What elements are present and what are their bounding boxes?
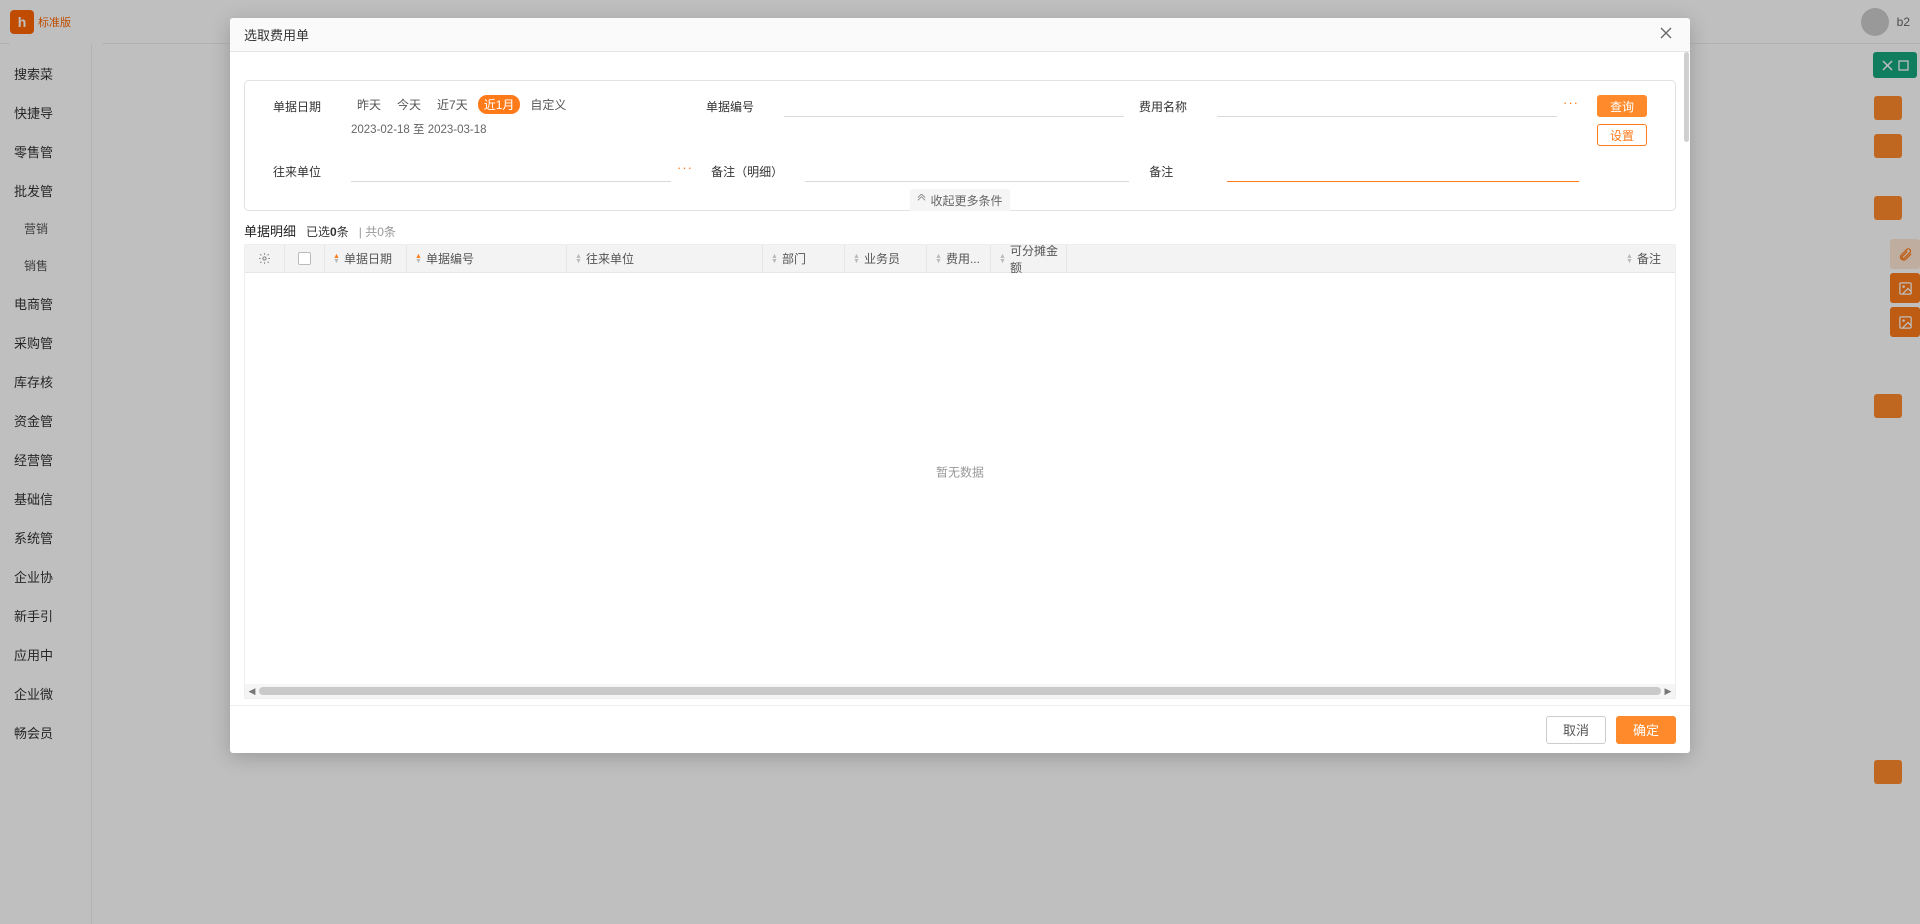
column-fee[interactable]: ▲▼ 费用... [927, 245, 991, 272]
column-remark[interactable]: ▲▼ 备注 [1067, 245, 1675, 272]
settings-button[interactable]: 设置 [1597, 124, 1647, 146]
collapse-label: 收起更多条件 [930, 192, 1002, 209]
date-tag-today[interactable]: 今天 [391, 95, 427, 114]
select-expense-modal: 选取费用单 单据日期 昨天 今天 [230, 18, 1690, 753]
date-tag-7days[interactable]: 近7天 [431, 95, 474, 114]
chevron-up-icon [917, 194, 926, 206]
column-date[interactable]: ▲▼ 单据日期 [325, 245, 407, 272]
column-code[interactable]: ▲▼ 单据编号 [407, 245, 567, 272]
modal-footer: 取消 确定 [230, 705, 1690, 753]
code-input[interactable] [784, 95, 1124, 117]
column-label: 部门 [782, 250, 806, 267]
table-header-row: ▲▼ 单据日期 ▲▼ 单据编号 ▲▼ 往来单位 ▲▼ 部门 [245, 245, 1675, 273]
scroll-track[interactable] [259, 686, 1661, 696]
column-checkbox[interactable] [285, 245, 325, 272]
column-label: 可分摊金额 [1010, 244, 1058, 276]
remark-input[interactable] [1227, 160, 1579, 182]
gear-icon [258, 252, 272, 266]
remark-detail-input[interactable] [805, 160, 1129, 182]
sort-icon: ▲▼ [935, 254, 942, 264]
feename-input[interactable] [1217, 95, 1557, 117]
date-tag-custom[interactable]: 自定义 [524, 95, 572, 114]
sort-icon: ▲▼ [575, 254, 582, 264]
column-label: 备注 [1637, 250, 1661, 267]
filter-panel: 单据日期 昨天 今天 近7天 近1月 自定义 2023-02-18 至 2023… [244, 80, 1676, 211]
vertical-scrollbar[interactable] [1684, 52, 1689, 705]
query-button[interactable]: 查询 [1597, 95, 1647, 117]
column-dept[interactable]: ▲▼ 部门 [763, 245, 845, 272]
date-tag-1month[interactable]: 近1月 [478, 95, 521, 114]
details-header: 单据明细 已选0条 | 共0条 [244, 221, 1676, 240]
modal-overlay: 选取费用单 单据日期 昨天 今天 [0, 0, 1920, 924]
column-label: 单据日期 [344, 250, 392, 267]
filter-label-code: 单据编号 [706, 95, 776, 115]
checkbox-icon [298, 252, 311, 265]
empty-state: 暂无数据 [245, 463, 1675, 480]
column-staff[interactable]: ▲▼ 业务员 [845, 245, 927, 272]
column-label: 业务员 [864, 250, 900, 267]
column-label: 费用... [946, 250, 980, 267]
sort-icon: ▲▼ [333, 254, 340, 264]
date-range-text: 2023-02-18 至 2023-03-18 [351, 121, 706, 137]
filter-label-remark-detail: 备注（明细） [711, 160, 797, 180]
total-count: | 共0条 [359, 223, 396, 240]
filter-actions: 查询 设置 [1597, 95, 1647, 146]
date-tag-yesterday[interactable]: 昨天 [351, 95, 387, 114]
filter-label-date: 单据日期 [273, 95, 343, 115]
cancel-button[interactable]: 取消 [1546, 716, 1606, 744]
more-icon[interactable]: ··· [677, 160, 693, 175]
sort-icon: ▲▼ [999, 254, 1006, 264]
filter-label-unit: 往来单位 [273, 160, 343, 180]
more-icon[interactable]: ··· [1563, 95, 1579, 110]
selected-count: 已选0条 [306, 223, 349, 240]
unit-input[interactable] [351, 160, 671, 182]
sort-icon: ▲▼ [853, 254, 860, 264]
sort-icon: ▲▼ [771, 254, 778, 264]
scroll-right-icon[interactable]: ▶ [1661, 684, 1675, 698]
column-unit[interactable]: ▲▼ 往来单位 [567, 245, 763, 272]
modal-title: 选取费用单 [244, 25, 309, 44]
column-label: 单据编号 [426, 250, 474, 267]
collapse-toggle[interactable]: 收起更多条件 [910, 189, 1010, 211]
scroll-thumb[interactable] [259, 687, 1661, 695]
modal-body: 单据日期 昨天 今天 近7天 近1月 自定义 2023-02-18 至 2023… [230, 52, 1690, 705]
column-settings[interactable] [245, 245, 285, 272]
column-label: 往来单位 [586, 250, 634, 267]
detail-table: ▲▼ 单据日期 ▲▼ 单据编号 ▲▼ 往来单位 ▲▼ 部门 [244, 244, 1676, 699]
confirm-button[interactable]: 确定 [1616, 716, 1676, 744]
close-icon [1660, 26, 1672, 43]
sort-icon: ▲▼ [1626, 254, 1633, 264]
column-alloc[interactable]: ▲▼ 可分摊金额 [991, 245, 1067, 272]
filter-label-remark: 备注 [1149, 160, 1219, 180]
date-tag-group: 昨天 今天 近7天 近1月 自定义 2023-02-18 至 2023-03-1… [351, 95, 706, 137]
close-button[interactable] [1656, 25, 1676, 45]
filter-label-feename: 费用名称 [1139, 95, 1209, 115]
details-title: 单据明细 [244, 221, 296, 240]
scroll-left-icon[interactable]: ◀ [245, 684, 259, 698]
sort-icon: ▲▼ [415, 254, 422, 264]
horizontal-scrollbar[interactable]: ◀ ▶ [245, 684, 1675, 698]
modal-header: 选取费用单 [230, 18, 1690, 52]
